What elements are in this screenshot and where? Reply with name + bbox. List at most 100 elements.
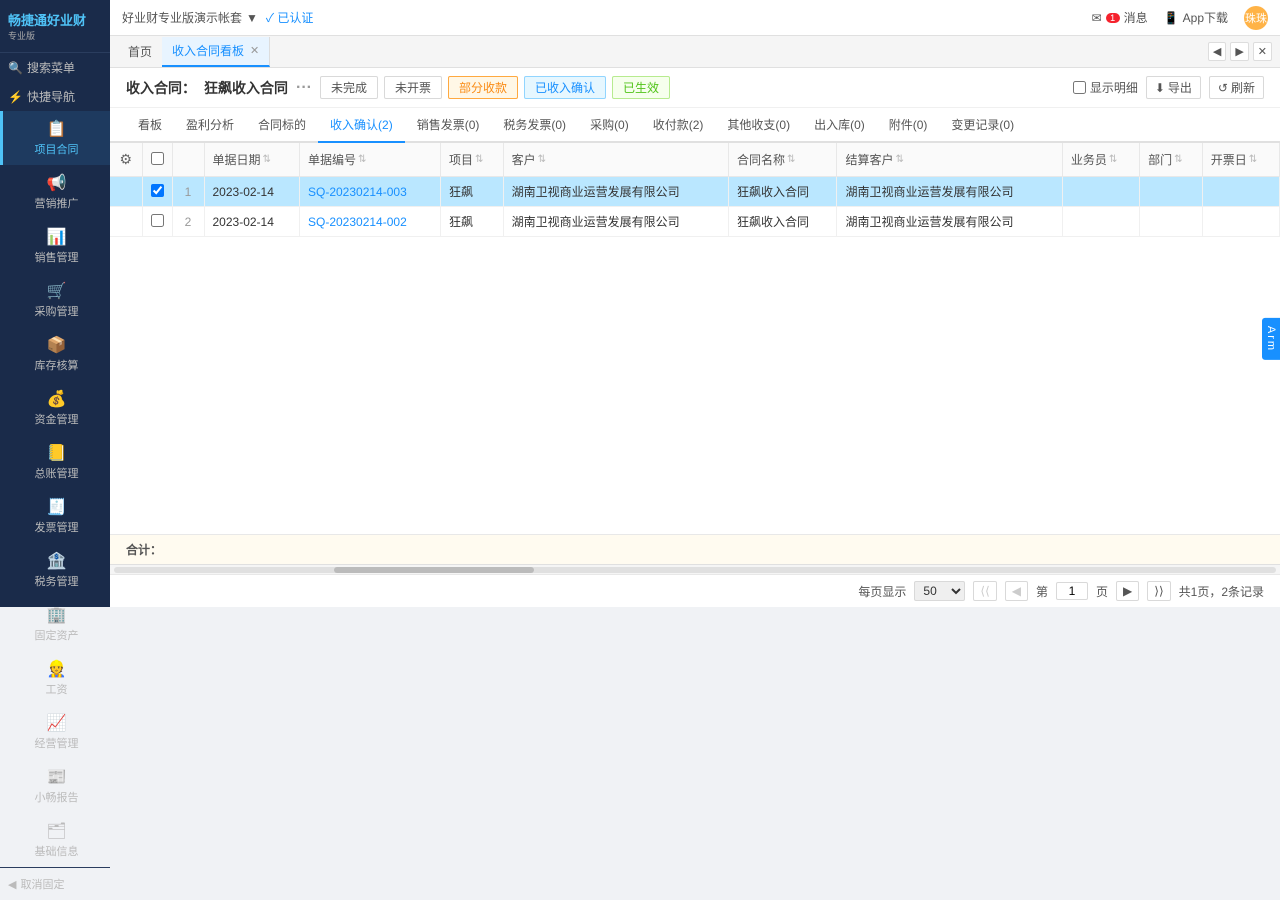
col-salesperson-header[interactable]: 业务员 ⇅ (1062, 143, 1139, 177)
col-contract-name-header[interactable]: 合同名称 ⇅ (729, 143, 837, 177)
col-customer-header[interactable]: 客户 ⇅ (503, 143, 728, 177)
row1-checkbox[interactable] (142, 177, 172, 207)
sub-tab-profit[interactable]: 盈利分析 (174, 108, 246, 143)
col-department-header[interactable]: 部门 ⇅ (1140, 143, 1203, 177)
management-icon: 📈 (47, 713, 67, 733)
tabbar-prev-btn[interactable]: ◀ (1208, 42, 1226, 61)
per-page-label: 每页显示 (858, 583, 906, 600)
sub-tabs: 看板 盈利分析 合同标的 收入确认(2) 销售发票(0) 税务发票(0) 采购(… (110, 108, 1280, 143)
app-label: App下载 (1183, 9, 1228, 26)
next-page-btn[interactable]: ▶ (1116, 581, 1139, 601)
refresh-icon: ↺ (1218, 81, 1228, 95)
col-open-date-header[interactable]: 开票日 ⇅ (1202, 143, 1279, 177)
prev-page-btn[interactable]: ◀ (1005, 581, 1028, 601)
sub-tab-income-confirm[interactable]: 收入确认(2) (318, 108, 405, 143)
export-btn[interactable]: ⬇ 导出 (1146, 76, 1201, 99)
sub-tab-contract-standard[interactable]: 合同标的 (246, 108, 318, 143)
horizontal-scrollbar[interactable] (110, 564, 1280, 574)
sub-tab-other-income[interactable]: 其他收支(0) (715, 108, 802, 143)
sub-tab-tax-invoice[interactable]: 税务发票(0) (491, 108, 578, 143)
tabbar-close-btn[interactable]: ✕ (1253, 42, 1272, 61)
tabbar-nav: ◀ ▶ ✕ (1208, 42, 1272, 61)
sidebar-item-basic[interactable]: 🗂 基础信息 (0, 813, 110, 867)
col-date-header[interactable]: 单据日期 ⇅ (204, 143, 300, 177)
sidebar-item-sales[interactable]: 📊 销售管理 (0, 219, 110, 273)
sidebar-cancel-pin[interactable]: ◀ 取消固定 (0, 868, 110, 900)
sidebar-item-purchase[interactable]: 🛒 采购管理 (0, 273, 110, 327)
sub-tab-kanban[interactable]: 看板 (126, 108, 174, 143)
sidebar-item-management[interactable]: 📈 经营管理 (0, 705, 110, 759)
col-num-header (172, 143, 204, 177)
tab-income-contract[interactable]: 收入合同看板 ✕ (162, 37, 270, 67)
sidebar-item-inventory[interactable]: 📦 库存核算 (0, 327, 110, 381)
topbar-right: ✉ 1 消息 📱 App下载 珠珠 (1092, 6, 1268, 30)
sidebar-search-menu[interactable]: 🔍 搜索菜单 (0, 53, 110, 82)
sidebar-quick-nav[interactable]: ⚡ 快捷导航 (0, 82, 110, 111)
company-selector[interactable]: 好业财专业版演示帐套 ▼ (122, 9, 258, 26)
data-table: ⚙ 单据日期 ⇅ (110, 143, 1280, 237)
col-checkbox-header (142, 143, 172, 177)
row2-project: 狂飙 (441, 207, 504, 237)
first-page-btn[interactable]: ⟨⟨ (973, 581, 996, 601)
sub-tab-outbound[interactable]: 出入库(0) (802, 108, 877, 143)
settings-icon[interactable]: ⚙ (119, 151, 132, 167)
col-project-header[interactable]: 项目 ⇅ (441, 143, 504, 177)
col-order-no-header[interactable]: 单据编号 ⇅ (300, 143, 441, 177)
reports-icon: 📰 (47, 767, 67, 787)
app-icon: 📱 (1164, 11, 1179, 25)
avatar: 珠珠 (1244, 6, 1268, 30)
hr-icon: 👷 (47, 659, 67, 679)
row1-order-no[interactable]: SQ-20230214-003 (300, 177, 441, 207)
refresh-btn[interactable]: ↺ 刷新 (1209, 76, 1264, 99)
status-not-invoiced[interactable]: 未开票 (384, 76, 442, 99)
page-input[interactable] (1056, 582, 1088, 600)
sub-tab-purchase[interactable]: 采购(0) (578, 108, 641, 143)
sidebar-item-tax[interactable]: 🏦 税务管理 (0, 543, 110, 597)
user-avatar-area[interactable]: 珠珠 (1244, 6, 1268, 30)
sub-tab-sales-invoice[interactable]: 销售发票(0) (405, 108, 492, 143)
per-page-select[interactable]: 20 50 100 (914, 581, 965, 601)
sort-salesperson-icon: ⇅ (1109, 154, 1117, 165)
row2-contract-name: 狂飙收入合同 (729, 207, 837, 237)
row2-order-no[interactable]: SQ-20230214-002 (300, 207, 441, 237)
status-not-complete[interactable]: 未完成 (320, 76, 378, 99)
tab-home[interactable]: 首页 (118, 37, 162, 67)
sidebar-item-reports[interactable]: 📰 小畅报告 (0, 759, 110, 813)
sidebar-item-accounting[interactable]: 📒 总账管理 (0, 435, 110, 489)
row2-settings (110, 207, 142, 237)
page-end-label: 页 (1096, 583, 1108, 600)
tabbar-next-btn[interactable]: ▶ (1230, 42, 1248, 61)
sidebar-item-assets[interactable]: 🏢 固定资产 (0, 597, 110, 651)
last-page-btn[interactable]: ⟩⟩ (1147, 581, 1170, 601)
message-badge: 1 (1106, 13, 1120, 23)
sidebar-item-invoice[interactable]: 🧾 发票管理 (0, 489, 110, 543)
row2-checkbox[interactable] (142, 207, 172, 237)
status-effective[interactable]: 已生效 (612, 76, 670, 99)
more-icon[interactable]: ··· (296, 79, 312, 97)
row1-salesperson (1062, 177, 1139, 207)
app-download-btn[interactable]: 📱 App下载 (1164, 9, 1228, 26)
sidebar-item-marketing[interactable]: 📢 营销推广 (0, 165, 110, 219)
float-action-btn[interactable]: Arm (1262, 317, 1280, 359)
sub-tab-payment[interactable]: 收付款(2) (641, 108, 716, 143)
row2-date: 2023-02-14 (204, 207, 300, 237)
table-row[interactable]: 2 2023-02-14 SQ-20230214-002 狂飙 湖南卫视商业运营… (110, 207, 1280, 237)
company-arrow-icon: ▼ (246, 11, 258, 25)
status-income-confirmed[interactable]: 已收入确认 (524, 76, 606, 99)
sub-tab-attachments[interactable]: 附件(0) (877, 108, 940, 143)
status-partial-received[interactable]: 部分收款 (448, 76, 518, 99)
sidebar-item-hr[interactable]: 👷 工资 (0, 651, 110, 705)
col-end-customer-header[interactable]: 结算客户 ⇅ (837, 143, 1062, 177)
show-detail-input[interactable] (1073, 81, 1086, 94)
tab-close-icon[interactable]: ✕ (250, 44, 259, 57)
select-all-checkbox[interactable] (151, 152, 164, 165)
scrollbar-thumb[interactable] (334, 567, 534, 573)
status-buttons: 未完成 未开票 部分收款 已收入确认 已生效 (320, 76, 670, 99)
show-detail-checkbox[interactable]: 显示明细 (1073, 79, 1138, 96)
row1-open-date (1202, 177, 1279, 207)
sidebar-item-finance[interactable]: 💰 资金管理 (0, 381, 110, 435)
sub-tab-change-records[interactable]: 变更记录(0) (939, 108, 1026, 143)
sidebar-item-project[interactable]: 📋 项目合同 (0, 111, 110, 165)
table-row[interactable]: 1 2023-02-14 SQ-20230214-003 狂飙 湖南卫视商业运营… (110, 177, 1280, 207)
message-btn[interactable]: ✉ 1 消息 (1092, 9, 1148, 26)
